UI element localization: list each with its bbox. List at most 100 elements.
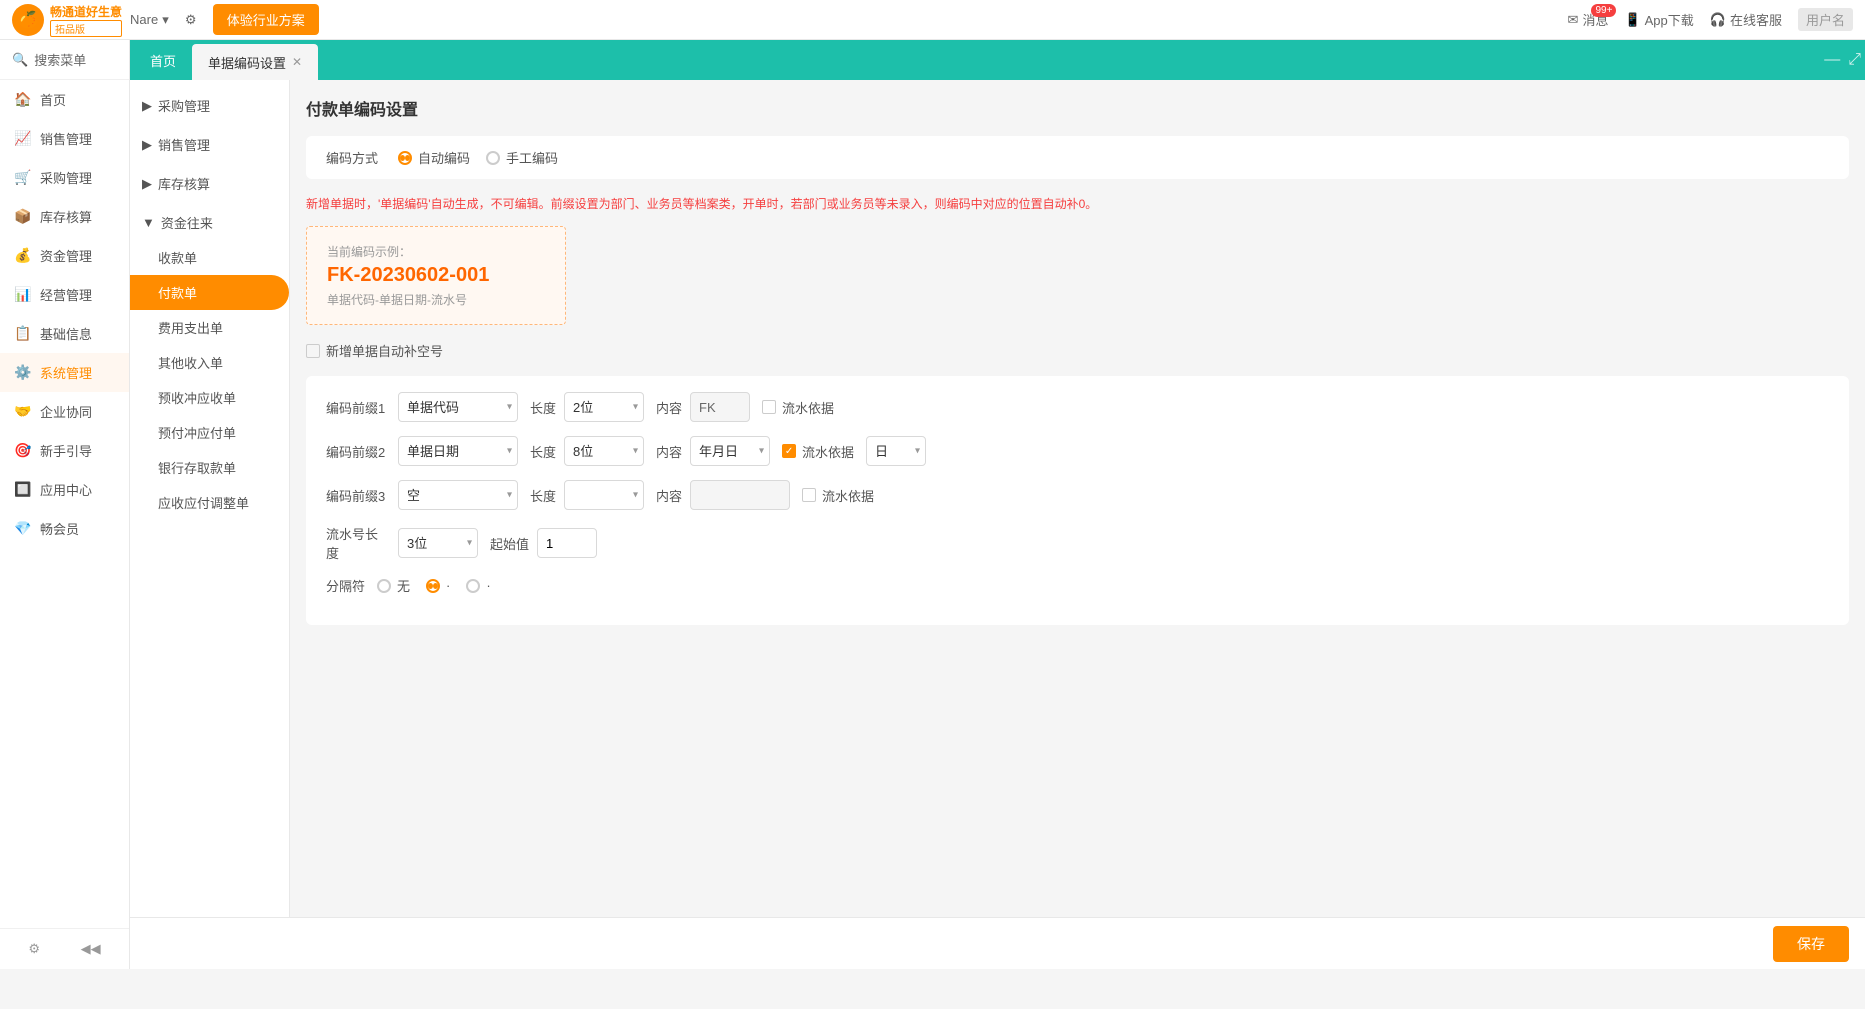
prefix1-length-select[interactable]: 2位 3位 4位 [564,392,644,422]
message-button[interactable]: ✉ 消息 99+ [1568,10,1609,29]
sub-group-finance-title[interactable]: ▼ 资金往来 [130,205,289,240]
sidebar-item-guide[interactable]: 🎯 新手引导 [0,431,129,470]
top-bar-right: ✉ 消息 99+ 📱 App下载 🎧 在线客服 用户名 [1568,8,1853,31]
auto-fill-checkbox[interactable] [306,344,320,358]
logo: 🍊 畅通道好生意 拓品版 [12,3,122,37]
tab-close-icon[interactable]: ✕ [292,55,302,69]
prefix2-label: 编码前缀2 [326,442,386,461]
prefix2-watermark-unit-select[interactable]: 日 月 年 [866,436,926,466]
save-button[interactable]: 保存 [1773,926,1849,962]
finance-icon: 💰 [14,247,32,265]
sub-item-payment[interactable]: 付款单 [130,275,289,310]
form-section: 编码前缀1 单据代码 部门 业务员 空 ▾ 长度 [306,376,1849,625]
bottom-bar: 保存 [130,917,1865,969]
prefix3-select[interactable]: 空 单据代码 部门 业务员 [398,480,518,510]
sidebar-item-inventory[interactable]: 📦 库存核算 [0,197,129,236]
prefix3-length-wrap: ▾ [564,480,644,510]
sidebar-collapse-btn[interactable]: ◀◀ [77,937,105,961]
tab-minimize-icon[interactable]: — [1824,51,1840,69]
prefix1-length-group: 长度 2位 3位 4位 ▾ [530,392,644,422]
tab-home[interactable]: 首页 [134,44,192,76]
sidebar-item-member[interactable]: 💎 畅会员 [0,509,129,548]
tab-maximize-icon[interactable]: ⤢ [1848,51,1861,69]
sub-group-inventory-title[interactable]: ▶ 库存核算 [130,166,289,201]
sub-item-prepay[interactable]: 预收冲应收单 [130,380,289,415]
layout: 🔍 搜索菜单 🏠 首页 📈 销售管理 🛒 采购管理 📦 库存核算 💰 资金管理 … [0,40,1865,969]
main-content: 首页 单据编码设置 ✕ — ⤢ ▶ 采购管理 [130,40,1865,969]
sub-item-expense[interactable]: 费用支出单 [130,310,289,345]
sidebar-item-home[interactable]: 🏠 首页 [0,80,129,119]
expand-icon: ▶ [142,98,152,114]
sub-group-purchase: ▶ 采购管理 [130,88,289,123]
tab-encoding[interactable]: 单据编码设置 ✕ [192,44,318,80]
sub-item-bank[interactable]: 银行存取款单 [130,450,289,485]
prefix1-content-input[interactable] [690,392,750,422]
sub-group-sales: ▶ 销售管理 [130,127,289,162]
prefix3-label: 编码前缀3 [326,486,386,505]
sep-dot-option[interactable]: · [426,578,450,593]
sub-group-sales-title[interactable]: ▶ 销售管理 [130,127,289,162]
prefix2-select-wrap: 单据日期 部门 业务员 空 ▾ [398,436,518,466]
app-icon: 📱 [1624,12,1640,28]
auto-encoding-radio[interactable]: 自动编码 [398,148,470,167]
app-download-button[interactable]: 📱 App下载 [1624,10,1693,29]
serial-length-select[interactable]: 3位 4位 5位 6位 [398,528,478,558]
preview-desc: 单据代码-单据日期-流水号 [327,291,545,308]
sidebar-item-purchase[interactable]: 🛒 采购管理 [0,158,129,197]
settings-icon[interactable]: ⚙ [177,6,205,34]
sub-item-prepay2[interactable]: 预付冲应付单 [130,415,289,450]
nav-dropdown[interactable]: Nare ▾ [130,12,169,28]
sub-item-receipts[interactable]: 收款单 [130,240,289,275]
prefix2-select[interactable]: 单据日期 部门 业务员 空 [398,436,518,466]
sidebar-bottom: ⚙ ◀◀ [0,928,129,969]
sidebar-item-sales[interactable]: 📈 销售管理 [0,119,129,158]
member-icon: 💎 [14,520,32,538]
prefix1-watermark-checkbox[interactable] [762,400,776,414]
sub-item-income[interactable]: 其他收入单 [130,345,289,380]
trial-button[interactable]: 体验行业方案 [213,4,319,35]
sidebar-item-basic[interactable]: 📋 基础信息 [0,314,129,353]
sidebar-item-system[interactable]: ⚙️ 系统管理 [0,353,129,392]
sidebar: 🔍 搜索菜单 🏠 首页 📈 销售管理 🛒 采购管理 📦 库存核算 💰 资金管理 … [0,40,130,969]
prefix3-row: 编码前缀3 空 单据代码 部门 业务员 ▾ 长度 [326,480,1829,510]
prefix3-select-wrap: 空 单据代码 部门 业务员 ▾ [398,480,518,510]
preview-box: 当前编码示例： FK-20230602-001 单据代码-单据日期-流水号 [306,226,566,325]
service-button[interactable]: 🎧 在线客服 [1710,10,1782,29]
sub-sidebar: ▶ 采购管理 ▶ 销售管理 ▶ 库存核算 [130,80,290,917]
sidebar-item-apps[interactable]: 🔲 应用中心 [0,470,129,509]
prefix2-length-select[interactable]: 8位 6位 4位 [564,436,644,466]
prefix1-select[interactable]: 单据代码 部门 业务员 空 [398,392,518,422]
sidebar-item-enterprise[interactable]: 🤝 企业协同 [0,392,129,431]
prefix1-content-group: 内容 [656,392,750,422]
search-menu[interactable]: 🔍 搜索菜单 [0,40,129,80]
user-avatar[interactable]: 用户名 [1798,8,1853,31]
start-value-group: 起始值 [490,528,597,558]
sidebar-item-finance[interactable]: 💰 资金管理 [0,236,129,275]
message-icon: ✉ [1568,12,1579,28]
prefix2-watermark-checkbox[interactable] [782,444,796,458]
info-text: 新增单据时，'单据编码'自动生成，不可编辑。前缀设置为部门、业务员等档案类，开单… [306,195,1849,214]
prefix3-content-input[interactable] [690,480,790,510]
inventory-icon: 📦 [14,208,32,226]
sep-dot-radio [426,579,440,593]
sub-item-arapp[interactable]: 应收应付调整单 [130,485,289,520]
auto-fill-row: 新增单据自动补空号 [306,341,1849,360]
logo-text: 畅通道好生意 拓品版 [50,3,122,37]
sidebar-item-operations[interactable]: 📊 经营管理 [0,275,129,314]
prefix2-content-wrap: 年月日 年月 年 ▾ [690,436,770,466]
prefix3-watermark-checkbox[interactable] [802,488,816,502]
sidebar-settings-btn[interactable]: ⚙ [24,937,44,961]
service-icon: 🎧 [1710,12,1726,28]
sub-group-purchase-title[interactable]: ▶ 采购管理 [130,88,289,123]
start-value-input[interactable] [537,528,597,558]
prefix2-row: 编码前缀2 单据日期 部门 业务员 空 ▾ 长度 [326,436,1829,466]
prefix1-select-wrap: 单据代码 部门 业务员 空 ▾ [398,392,518,422]
prefix2-content-select[interactable]: 年月日 年月 年 [690,436,770,466]
top-bar: 🍊 畅通道好生意 拓品版 Nare ▾ ⚙ 体验行业方案 ✉ 消息 99+ 📱 … [0,0,1865,40]
prefix3-length-select[interactable] [564,480,644,510]
serial-label: 流水号长度 [326,524,386,562]
sep-dash-radio [466,579,480,593]
sep-none-option[interactable]: 无 [377,576,410,595]
sep-dash-option[interactable]: · [466,578,490,593]
manual-encoding-radio[interactable]: 手工编码 [486,148,558,167]
